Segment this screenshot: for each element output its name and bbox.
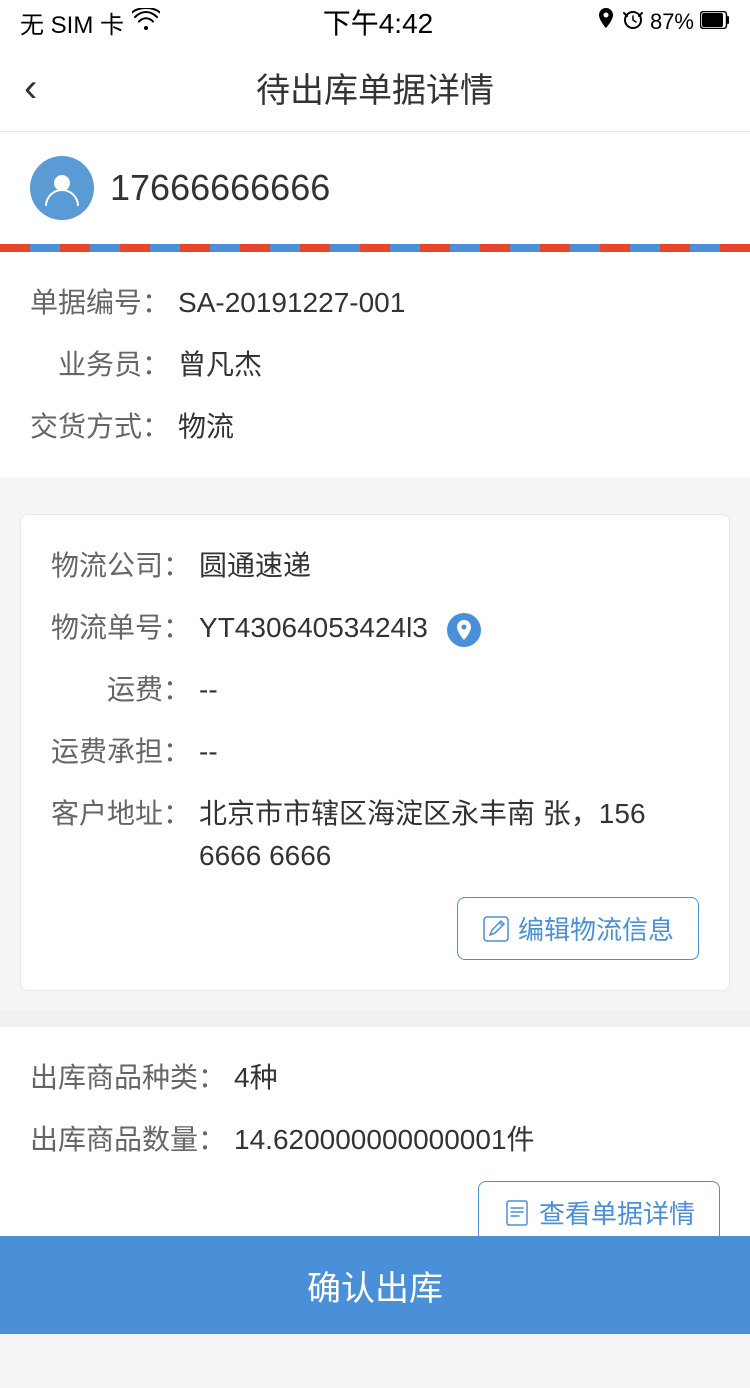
goods-quantity-label: 出库商品数量： xyxy=(30,1119,226,1161)
logistics-card: 物流公司： 圆通速递 物流单号： YT43064053424l3 运费： xyxy=(20,514,730,991)
dashed-divider xyxy=(0,244,750,252)
tracking-location-icon[interactable] xyxy=(446,612,482,648)
view-detail-button[interactable]: 查看单据详情 xyxy=(478,1181,720,1244)
location-icon xyxy=(596,8,616,36)
delivery-row: 交货方式： 物流 xyxy=(30,406,720,448)
address-label: 客户地址： xyxy=(51,793,191,835)
confirm-btn-label: 确认出库 xyxy=(307,1261,443,1310)
order-info-section: 单据编号： SA-20191227-001 业务员： 曾凡杰 交货方式： 物流 xyxy=(0,252,750,478)
view-detail-btn-row: 查看单据详情 xyxy=(30,1181,720,1244)
salesman-row: 业务员： 曾凡杰 xyxy=(30,344,720,386)
edit-logistics-button[interactable]: 编辑物流信息 xyxy=(457,897,699,960)
edit-logistics-label: 编辑物流信息 xyxy=(518,910,674,947)
page-title: 待出库单据详情 xyxy=(256,63,494,112)
freight-bearer-label: 运费承担： xyxy=(51,731,191,773)
confirm-outbound-button[interactable]: 确认出库 xyxy=(0,1236,750,1334)
battery-percent: 87% xyxy=(650,9,694,35)
order-number-label: 单据编号： xyxy=(30,282,170,324)
status-right: 87% xyxy=(596,8,730,36)
status-left: 无 SIM 卡 xyxy=(20,5,160,40)
delivery-value: 物流 xyxy=(178,406,720,448)
back-button[interactable]: ‹ xyxy=(24,68,37,108)
order-number-row: 单据编号： SA-20191227-001 xyxy=(30,282,720,324)
address-row: 客户地址： 北京市市辖区海淀区永丰南 张，156 6666 6666 xyxy=(51,793,699,877)
nav-bar: ‹ 待出库单据详情 xyxy=(0,44,750,132)
sim-status: 无 SIM 卡 xyxy=(20,5,124,40)
logistics-company-row: 物流公司： 圆通速递 xyxy=(51,545,699,587)
goods-types-value: 4种 xyxy=(234,1057,720,1099)
avatar xyxy=(30,156,94,220)
logistics-section: 物流公司： 圆通速递 物流单号： YT43064053424l3 运费： xyxy=(0,494,750,1011)
freight-label: 运费： xyxy=(51,669,191,711)
address-value: 北京市市辖区海淀区永丰南 张，156 6666 6666 xyxy=(199,793,699,877)
salesman-value: 曾凡杰 xyxy=(178,344,720,386)
battery-icon xyxy=(700,9,730,35)
status-bar: 无 SIM 卡 下午4:42 87% xyxy=(0,0,750,44)
customer-header: 17666666666 xyxy=(0,132,750,244)
view-detail-label: 查看单据详情 xyxy=(539,1194,695,1231)
status-time: 下午4:42 xyxy=(323,2,434,42)
freight-bearer-row: 运费承担： -- xyxy=(51,731,699,773)
alarm-icon xyxy=(622,8,644,36)
delivery-label: 交货方式： xyxy=(30,406,170,448)
customer-phone: 17666666666 xyxy=(110,167,330,209)
salesman-label: 业务员： xyxy=(30,344,170,386)
goods-types-label: 出库商品种类： xyxy=(30,1057,226,1099)
section-separator xyxy=(0,1011,750,1027)
tracking-label: 物流单号： xyxy=(51,607,191,649)
edit-btn-row: 编辑物流信息 xyxy=(51,897,699,960)
logistics-company-label: 物流公司： xyxy=(51,545,191,587)
freight-bearer-value: -- xyxy=(199,731,699,773)
goods-quantity-row: 出库商品数量： 14.620000000000001件 xyxy=(30,1119,720,1161)
tracking-value: YT43064053424l3 xyxy=(199,607,699,649)
freight-row: 运费： -- xyxy=(51,669,699,711)
order-number-value: SA-20191227-001 xyxy=(178,282,720,324)
freight-value: -- xyxy=(199,669,699,711)
goods-types-row: 出库商品种类： 4种 xyxy=(30,1057,720,1099)
goods-quantity-value: 14.620000000000001件 xyxy=(234,1119,720,1161)
tracking-number-row: 物流单号： YT43064053424l3 xyxy=(51,607,699,649)
logistics-company-value: 圆通速递 xyxy=(199,545,699,587)
wifi-icon xyxy=(132,8,160,37)
